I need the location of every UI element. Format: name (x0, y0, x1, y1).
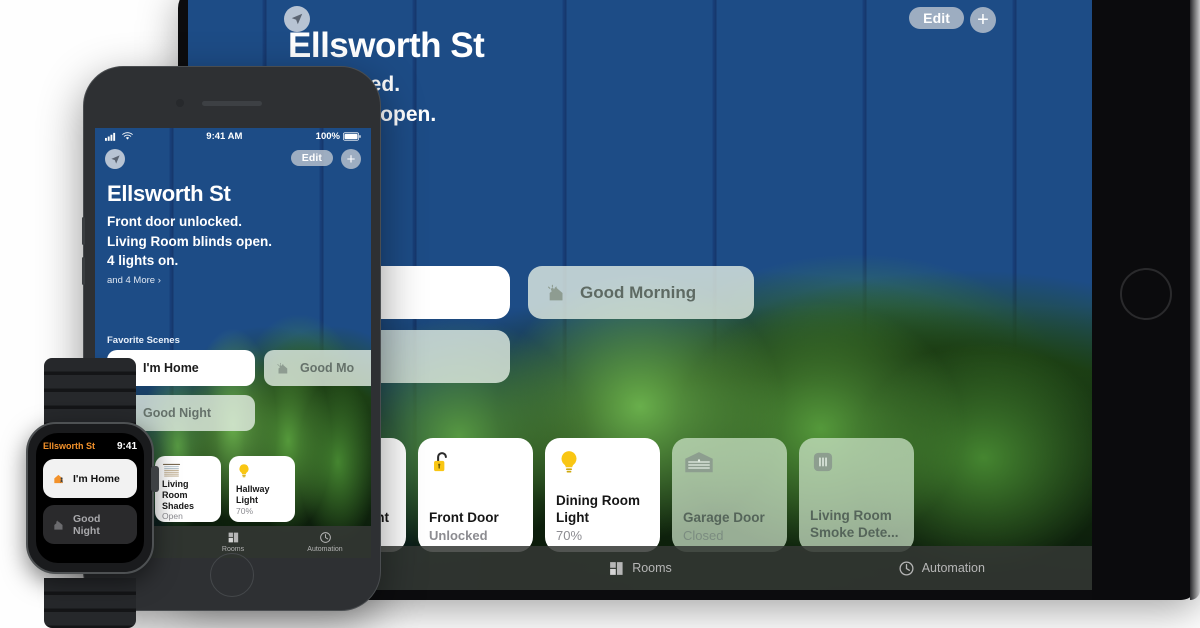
iphone-earpiece (202, 101, 262, 106)
tab-automation[interactable]: Automation (791, 560, 1092, 577)
watch-scene-good-night[interactable]: Good Night (43, 505, 137, 544)
iphone-front-camera (176, 99, 184, 107)
watch-scene-im-home[interactable]: I'm Home (43, 459, 137, 498)
iphone-top-bar: Edit + (95, 145, 371, 175)
iphone-more-link[interactable]: and 4 More › (107, 275, 359, 286)
accessory-tile-front-door[interactable]: Front Door Unlocked (418, 438, 533, 552)
watch-screen: Ellsworth St 9:41 I'm Home Good Night (36, 433, 144, 563)
accessory-state: 70% (556, 528, 583, 543)
iphone-volume-up-button[interactable] (82, 217, 85, 245)
ipad-add-button[interactable]: + (970, 7, 996, 33)
tab-automation[interactable]: Automation (279, 531, 371, 553)
iphone-status-line-1: Front door unlocked. (107, 214, 242, 229)
iphone-status-line-3: 4 lights on. (107, 253, 179, 269)
accessory-name: Garage Door (683, 509, 765, 525)
tab-label: Automation (921, 561, 985, 575)
ipad-scene-good-morning[interactable]: Good Morning (528, 266, 754, 319)
wifi-icon (122, 132, 133, 140)
iphone-edit-button[interactable]: Edit (290, 150, 333, 166)
tab-label: Rooms (632, 561, 672, 575)
iphone-status-bar: 9:41 AM 100% (95, 128, 371, 145)
location-arrow-icon[interactable] (105, 149, 125, 169)
ipad-edge (1190, 0, 1200, 600)
iphone-status-time: 9:41 AM (206, 131, 243, 142)
tab-label: Rooms (221, 546, 245, 553)
iphone-scenes-label: Favorite Scenes (107, 335, 180, 346)
accessory-tile-hallway-light[interactable]: Hallway Light 70% (229, 456, 295, 522)
apple-watch-device: Ellsworth St 9:41 I'm Home Good Night (12, 358, 170, 628)
watch-scene-label: Good Night (73, 512, 101, 537)
iphone-add-button[interactable]: + (341, 149, 361, 169)
ipad-bezel-right (1092, 0, 1200, 600)
iphone-status-line-2: Living Room blinds open. (107, 233, 272, 249)
signal-bars-icon (105, 132, 116, 141)
accessory-tile-dining-room-light[interactable]: Dining Room Light 70% (545, 438, 660, 552)
accessory-tile-living-room-smoke-detector[interactable]: Living Room Smoke Dete... (799, 438, 914, 552)
iphone-home-status: Front door unlocked. Living Room blinds … (107, 212, 359, 271)
ipad-scene-label: Good Morning (580, 282, 697, 302)
watch-home-name: Ellsworth St (43, 441, 96, 451)
ipad-home-title: Ellsworth St (288, 26, 485, 65)
ipad-edit-button[interactable]: Edit (909, 7, 964, 29)
watch-band-bottom (44, 578, 136, 628)
accessory-tile-garage-door[interactable]: Garage Door Closed (672, 438, 787, 552)
screenshot-stage: Edit + Ellsworth St r unlocked. m blinds… (0, 0, 1200, 628)
iphone-scene-label: Good Mo (300, 361, 355, 375)
watch-case: Ellsworth St 9:41 I'm Home Good Night (26, 422, 159, 574)
watch-time: 9:41 (116, 441, 137, 452)
tab-rooms[interactable]: Rooms (187, 531, 279, 553)
ipad-home-button[interactable] (1120, 268, 1172, 320)
iphone-scene-good-morning[interactable]: Good Mo (264, 350, 371, 386)
iphone-volume-down-button[interactable] (82, 257, 85, 285)
accessory-state: 70% (236, 506, 254, 516)
tab-rooms[interactable]: Rooms (489, 560, 790, 577)
accessory-name: Hallway Light (236, 484, 270, 506)
iphone-home-button[interactable] (210, 553, 254, 597)
watch-header: Ellsworth St 9:41 (43, 441, 137, 452)
accessory-state: Closed (683, 528, 724, 543)
accessory-state: Unlocked (429, 528, 488, 543)
iphone-battery-percent: 100% (315, 131, 340, 142)
watch-digital-crown[interactable] (151, 466, 159, 492)
tab-label: Automation (307, 546, 343, 553)
iphone-home-title: Ellsworth St (107, 181, 231, 206)
accessory-name: Dining Room Light (556, 493, 640, 525)
accessory-name: Living Room Smoke Dete... (810, 508, 899, 540)
watch-scene-label: I'm Home (73, 472, 120, 485)
battery-icon (343, 132, 361, 141)
accessory-name: Front Door (429, 509, 499, 525)
